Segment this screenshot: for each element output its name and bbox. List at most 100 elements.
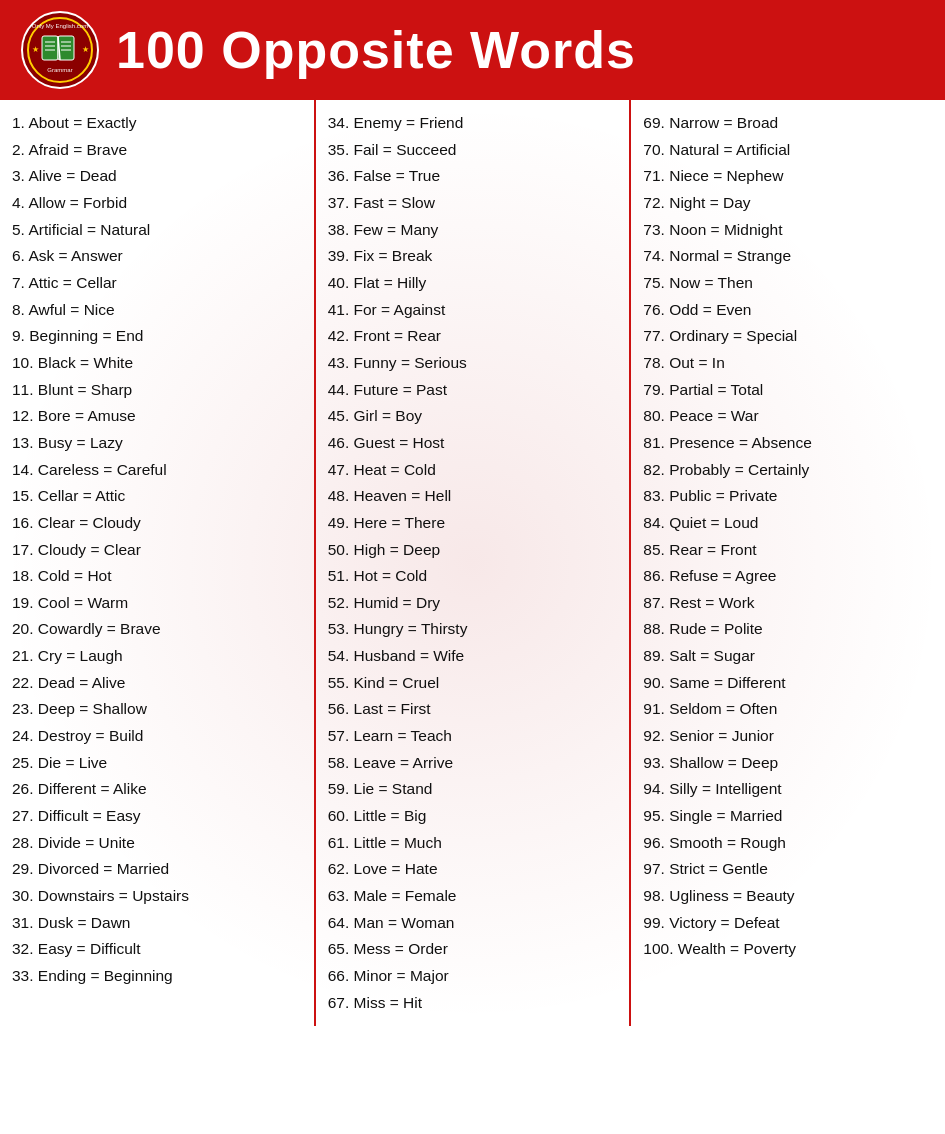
list-item: 13. Busy = Lazy: [12, 430, 306, 457]
list-item: 64. Man = Woman: [328, 910, 622, 937]
list-item: 56. Last = First: [328, 696, 622, 723]
list-item: 10. Black = White: [12, 350, 306, 377]
list-item: 92. Senior = Junior: [643, 723, 937, 750]
list-item: 97. Strict = Gentle: [643, 856, 937, 883]
svg-text:★: ★: [32, 45, 39, 54]
list-item: 52. Humid = Dry: [328, 590, 622, 617]
column-2: 34. Enemy = Friend35. Fail = Succeed36. …: [316, 100, 632, 1026]
list-item: 2. Afraid = Brave: [12, 137, 306, 164]
list-item: 31. Dusk = Dawn: [12, 910, 306, 937]
list-item: 65. Mess = Order: [328, 936, 622, 963]
list-item: 94. Silly = Intelligent: [643, 776, 937, 803]
list-item: 70. Natural = Artificial: [643, 137, 937, 164]
list-item: 43. Funny = Serious: [328, 350, 622, 377]
list-item: 75. Now = Then: [643, 270, 937, 297]
list-item: 99. Victory = Defeat: [643, 910, 937, 937]
list-item: 25. Die = Live: [12, 750, 306, 777]
list-item: 85. Rear = Front: [643, 537, 937, 564]
page-title: 100 Opposite Words: [116, 20, 636, 80]
list-item: 58. Leave = Arrive: [328, 750, 622, 777]
list-item: 41. For = Against: [328, 297, 622, 324]
content-area: 1. About = Exactly2. Afraid = Brave3. Al…: [0, 100, 945, 1026]
list-item: 26. Different = Alike: [12, 776, 306, 803]
header: Only My English.com Grammar ★ ★ 100 Oppo…: [0, 0, 945, 100]
list-item: 37. Fast = Slow: [328, 190, 622, 217]
logo-icon: Only My English.com Grammar ★ ★: [20, 10, 100, 90]
list-item: 45. Girl = Boy: [328, 403, 622, 430]
list-item: 44. Future = Past: [328, 377, 622, 404]
column-3: 69. Narrow = Broad70. Natural = Artifici…: [631, 100, 945, 1026]
list-item: 9. Beginning = End: [12, 323, 306, 350]
list-item: 72. Night = Day: [643, 190, 937, 217]
list-item: 20. Cowardly = Brave: [12, 616, 306, 643]
list-item: 4. Allow = Forbid: [12, 190, 306, 217]
list-item: 57. Learn = Teach: [328, 723, 622, 750]
svg-text:Only My English.com: Only My English.com: [32, 23, 88, 29]
list-item: 84. Quiet = Loud: [643, 510, 937, 537]
list-item: 82. Probably = Certainly: [643, 457, 937, 484]
list-item: 50. High = Deep: [328, 537, 622, 564]
list-item: 28. Divide = Unite: [12, 830, 306, 857]
list-item: 8. Awful = Nice: [12, 297, 306, 324]
list-item: 88. Rude = Polite: [643, 616, 937, 643]
list-item: 95. Single = Married: [643, 803, 937, 830]
list-item: 1. About = Exactly: [12, 110, 306, 137]
list-item: 98. Ugliness = Beauty: [643, 883, 937, 910]
list-item: 30. Downstairs = Upstairs: [12, 883, 306, 910]
svg-text:★: ★: [82, 45, 89, 54]
list-item: 32. Easy = Difficult: [12, 936, 306, 963]
list-item: 89. Salt = Sugar: [643, 643, 937, 670]
svg-rect-2: [42, 36, 58, 60]
column-1: 1. About = Exactly2. Afraid = Brave3. Al…: [0, 100, 316, 1026]
list-item: 14. Careless = Careful: [12, 457, 306, 484]
list-item: 100. Wealth = Poverty: [643, 936, 937, 963]
list-item: 91. Seldom = Often: [643, 696, 937, 723]
list-item: 6. Ask = Answer: [12, 243, 306, 270]
list-item: 71. Niece = Nephew: [643, 163, 937, 190]
list-item: 74. Normal = Strange: [643, 243, 937, 270]
list-item: 86. Refuse = Agree: [643, 563, 937, 590]
list-item: 17. Cloudy = Clear: [12, 537, 306, 564]
list-item: 11. Blunt = Sharp: [12, 377, 306, 404]
list-item: 78. Out = In: [643, 350, 937, 377]
svg-text:Grammar: Grammar: [47, 67, 72, 73]
list-item: 40. Flat = Hilly: [328, 270, 622, 297]
list-item: 48. Heaven = Hell: [328, 483, 622, 510]
list-item: 53. Hungry = Thirsty: [328, 616, 622, 643]
list-item: 33. Ending = Beginning: [12, 963, 306, 990]
list-item: 38. Few = Many: [328, 217, 622, 244]
list-item: 96. Smooth = Rough: [643, 830, 937, 857]
list-item: 69. Narrow = Broad: [643, 110, 937, 137]
list-item: 36. False = True: [328, 163, 622, 190]
list-item: 21. Cry = Laugh: [12, 643, 306, 670]
list-item: 34. Enemy = Friend: [328, 110, 622, 137]
list-item: 51. Hot = Cold: [328, 563, 622, 590]
list-item: 63. Male = Female: [328, 883, 622, 910]
list-item: 73. Noon = Midnight: [643, 217, 937, 244]
list-item: 19. Cool = Warm: [12, 590, 306, 617]
list-item: 7. Attic = Cellar: [12, 270, 306, 297]
list-item: 27. Difficult = Easy: [12, 803, 306, 830]
list-item: 12. Bore = Amuse: [12, 403, 306, 430]
list-item: 5. Artificial = Natural: [12, 217, 306, 244]
list-item: 66. Minor = Major: [328, 963, 622, 990]
list-item: 3. Alive = Dead: [12, 163, 306, 190]
list-item: 18. Cold = Hot: [12, 563, 306, 590]
list-item: 90. Same = Different: [643, 670, 937, 697]
list-item: 80. Peace = War: [643, 403, 937, 430]
list-item: 81. Presence = Absence: [643, 430, 937, 457]
list-item: 39. Fix = Break: [328, 243, 622, 270]
list-item: 47. Heat = Cold: [328, 457, 622, 484]
list-item: 29. Divorced = Married: [12, 856, 306, 883]
list-item: 60. Little = Big: [328, 803, 622, 830]
list-item: 49. Here = There: [328, 510, 622, 537]
list-item: 42. Front = Rear: [328, 323, 622, 350]
list-item: 67. Miss = Hit: [328, 990, 622, 1017]
list-item: 59. Lie = Stand: [328, 776, 622, 803]
list-item: 87. Rest = Work: [643, 590, 937, 617]
list-item: 23. Deep = Shallow: [12, 696, 306, 723]
list-item: 93. Shallow = Deep: [643, 750, 937, 777]
list-item: 61. Little = Much: [328, 830, 622, 857]
list-item: 46. Guest = Host: [328, 430, 622, 457]
list-item: 83. Public = Private: [643, 483, 937, 510]
